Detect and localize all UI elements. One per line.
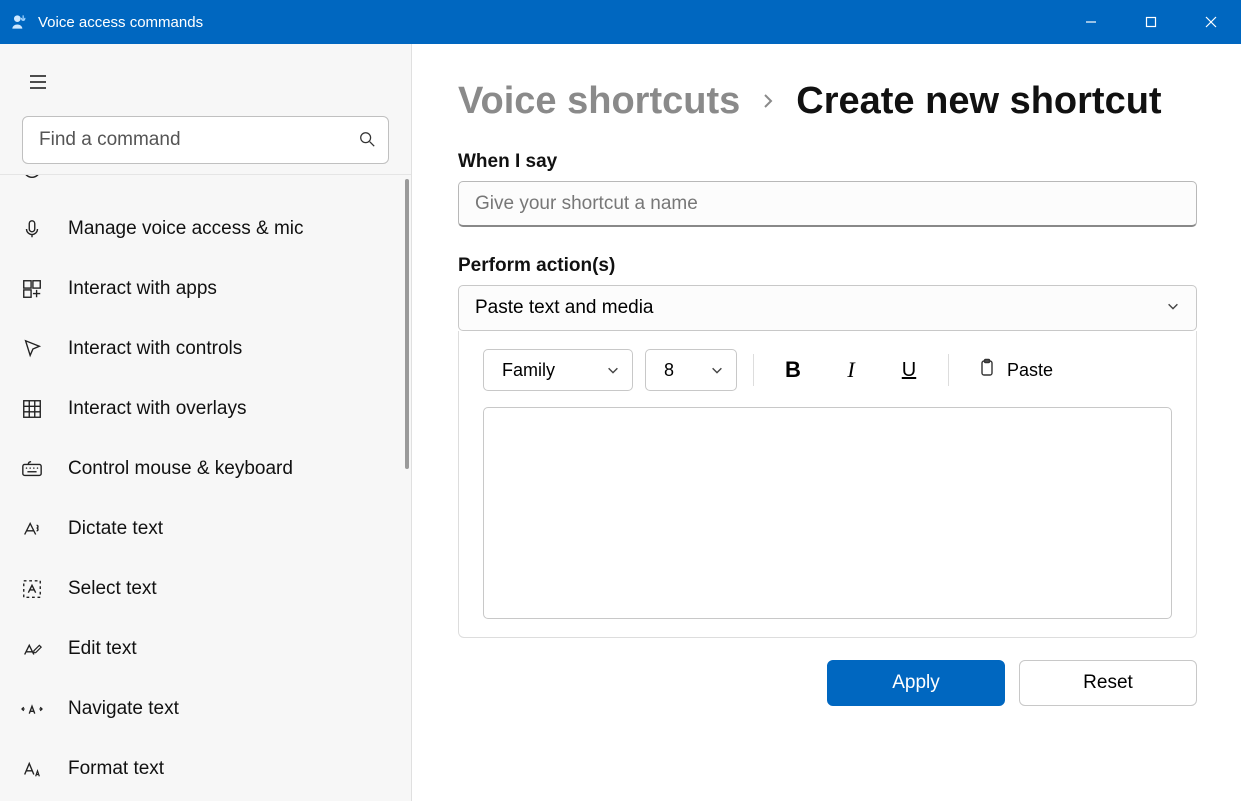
breadcrumb-current: Create new shortcut <box>796 80 1161 123</box>
sidebar-item-label: Dictate text <box>68 518 163 540</box>
reset-button[interactable]: Reset <box>1019 660 1197 706</box>
paste-label: Paste <box>1007 360 1053 381</box>
apps-icon <box>20 277 44 301</box>
italic-button[interactable]: I <box>828 349 874 391</box>
perform-actions-label: Perform action(s) <box>458 255 1197 277</box>
toolbar-divider <box>753 354 754 386</box>
editor-textarea[interactable] <box>483 407 1172 619</box>
window-title: Voice access commands <box>38 14 203 31</box>
font-size-value: 8 <box>664 360 674 381</box>
action-select[interactable]: Paste text and media <box>458 285 1197 331</box>
sidebar-item-apps[interactable]: Interact with apps <box>0 259 401 319</box>
toolbar-divider <box>948 354 949 386</box>
sidebar-nav: Get started Manage voice access & mic Inte… <box>0 174 411 801</box>
sidebar-item-start[interactable]: Get started <box>0 174 401 199</box>
sidebar-item-select[interactable]: Select text <box>0 559 401 619</box>
sidebar-item-label: Navigate text <box>68 698 179 720</box>
sidebar-item-dictate[interactable]: Dictate text <box>0 499 401 559</box>
mic-icon <box>20 217 44 241</box>
close-button[interactable] <box>1181 0 1241 44</box>
paste-button[interactable]: Paste <box>965 349 1065 391</box>
cursor-icon <box>20 337 44 361</box>
sidebar-item-keyboard[interactable]: Control mouse & keyboard <box>0 439 401 499</box>
sidebar-item-navigate[interactable]: Navigate text <box>0 679 401 739</box>
sidebar-item-grid[interactable]: Interact with overlays <box>0 379 401 439</box>
sidebar-item-label: Interact with controls <box>68 338 242 360</box>
navigate-icon <box>20 697 44 721</box>
edit-icon <box>20 637 44 661</box>
clipboard-icon <box>977 358 997 383</box>
search-field[interactable] <box>22 116 389 164</box>
sidebar-item-label: Control mouse & keyboard <box>68 458 293 480</box>
rich-text-editor: Family 8 B I U Paste <box>458 331 1197 638</box>
underline-button[interactable]: U <box>886 349 932 391</box>
shortcut-name-input[interactable] <box>458 181 1197 227</box>
start-icon <box>20 174 44 181</box>
main-content: Voice shortcuts Create new shortcut When… <box>412 44 1241 801</box>
sidebar-item-label: Edit text <box>68 638 137 660</box>
font-family-value: Family <box>502 360 555 381</box>
chevron-down-icon <box>1166 297 1180 319</box>
sidebar-item-edit[interactable]: Edit text <box>0 619 401 679</box>
sidebar-item-label: Get started <box>68 174 162 180</box>
bold-button[interactable]: B <box>770 349 816 391</box>
select-icon <box>20 577 44 601</box>
sidebar-item-label: Manage voice access & mic <box>68 218 304 240</box>
dictate-icon <box>20 517 44 541</box>
sidebar: Get started Manage voice access & mic Inte… <box>0 44 412 801</box>
sidebar-item-mic[interactable]: Manage voice access & mic <box>0 199 401 259</box>
when-i-say-label: When I say <box>458 151 1197 173</box>
titlebar: Voice access commands <box>0 0 1241 44</box>
format-icon <box>20 757 44 781</box>
editor-toolbar: Family 8 B I U Paste <box>483 349 1172 391</box>
sidebar-item-cursor[interactable]: Interact with controls <box>0 319 401 379</box>
apply-button[interactable]: Apply <box>827 660 1005 706</box>
sidebar-item-format[interactable]: Format text <box>0 739 401 799</box>
footer-buttons: Apply Reset <box>458 660 1197 706</box>
search-icon <box>358 130 378 150</box>
app-icon <box>8 11 30 33</box>
chevron-right-icon <box>760 89 776 115</box>
sidebar-item-label: Interact with apps <box>68 278 217 300</box>
sidebar-item-label: Interact with overlays <box>68 398 246 420</box>
maximize-button[interactable] <box>1121 0 1181 44</box>
scrollbar-thumb[interactable] <box>405 179 409 469</box>
font-family-select[interactable]: Family <box>483 349 633 391</box>
action-select-value: Paste text and media <box>475 297 654 319</box>
hamburger-button[interactable] <box>18 62 58 102</box>
grid-icon <box>20 397 44 421</box>
breadcrumb: Voice shortcuts Create new shortcut <box>458 80 1197 123</box>
sidebar-item-label: Format text <box>68 758 164 780</box>
sidebar-item-label: Select text <box>68 578 157 600</box>
font-size-select[interactable]: 8 <box>645 349 737 391</box>
search-input[interactable] <box>39 129 358 151</box>
breadcrumb-parent[interactable]: Voice shortcuts <box>458 80 740 123</box>
minimize-button[interactable] <box>1061 0 1121 44</box>
keyboard-icon <box>20 457 44 481</box>
